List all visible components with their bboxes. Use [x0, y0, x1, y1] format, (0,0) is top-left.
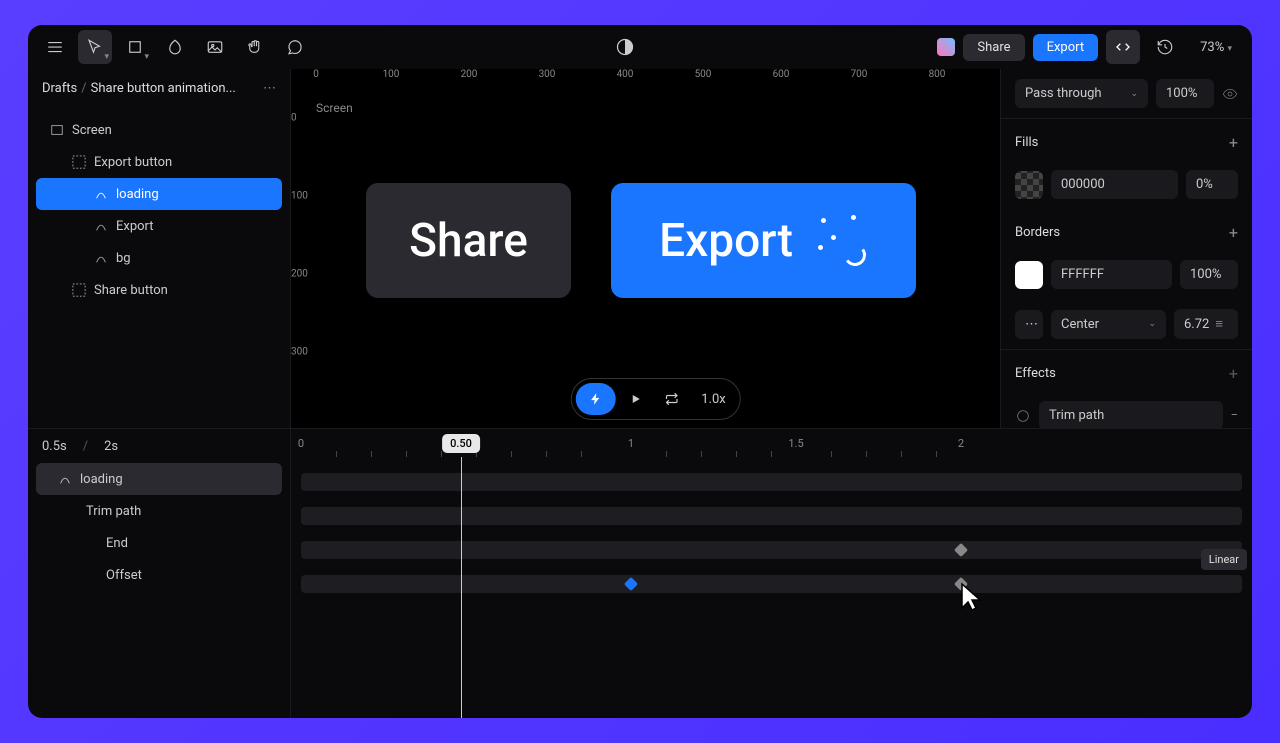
pen-tool[interactable] [158, 30, 192, 64]
layer-share-button[interactable]: Share button [36, 274, 282, 306]
timeline-track-trimpath[interactable]: Trim path [36, 495, 282, 527]
add-border-button[interactable]: + [1229, 223, 1238, 242]
border-opacity-input[interactable]: 100% [1180, 260, 1238, 289]
dev-mode-button[interactable] [1106, 30, 1140, 64]
playhead-handle[interactable]: 0.50 [442, 434, 480, 453]
fill-opacity-input[interactable]: 0% [1186, 170, 1238, 199]
timeline: 0.5s/2s loading Trim path End Offset 0 1… [28, 428, 1252, 718]
image-tool[interactable] [198, 30, 232, 64]
remove-effect-button[interactable]: − [1231, 408, 1238, 423]
ruler-vertical: 0 100 200 300 [291, 93, 311, 428]
opacity-input[interactable]: 100% [1156, 79, 1214, 108]
avatar[interactable] [937, 38, 955, 56]
frame-label[interactable]: Screen [316, 101, 353, 115]
share-button[interactable]: Share [963, 34, 1024, 61]
blend-mode-dropdown[interactable]: Pass through⌄ [1015, 79, 1148, 108]
add-effect-button[interactable]: + [1229, 364, 1238, 383]
ruler-horizontal: 0 100 200 300 400 500 600 700 800 [311, 69, 1000, 93]
top-toolbar: ▾ ▾ Share Export 73% ▾ [28, 25, 1252, 69]
timeline-ruler[interactable]: 0 1 1.5 2 [291, 429, 1252, 463]
fills-header: Fills + [1001, 119, 1252, 160]
border-more-button[interactable]: ⋯ [1015, 310, 1043, 339]
logo-icon [615, 37, 635, 57]
properties-panel: Pass through⌄ 100% Fills + 000000 0% Bor… [1000, 69, 1252, 428]
hand-tool[interactable] [238, 30, 272, 64]
playback-bar: 1.0x [570, 378, 741, 420]
fill-hex-input[interactable]: 000000 [1051, 170, 1178, 199]
export-button[interactable]: Export [1033, 34, 1099, 61]
effects-header: Effects + [1001, 350, 1252, 391]
fill-swatch[interactable] [1015, 171, 1043, 199]
layer-export[interactable]: Export [36, 210, 282, 242]
zoom-level[interactable]: 73% ▾ [1190, 40, 1242, 55]
timeline-track-end[interactable]: End [36, 527, 282, 559]
timeline-time-display: 0.5s/2s [28, 429, 290, 463]
canvas[interactable]: 0 100 200 300 400 500 600 700 800 0 100 … [291, 69, 1000, 428]
easing-tooltip: Linear [1201, 549, 1247, 570]
breadcrumb[interactable]: Drafts/Share button animation... ⋯ [28, 69, 290, 108]
add-fill-button[interactable]: + [1229, 133, 1238, 152]
layer-loading[interactable]: loading [36, 178, 282, 210]
border-width-input[interactable]: 6.72≡ [1174, 309, 1238, 339]
move-tool[interactable]: ▾ [78, 30, 112, 64]
border-swatch[interactable] [1015, 261, 1043, 289]
comment-tool[interactable] [278, 30, 312, 64]
layer-export-button[interactable]: Export button [36, 146, 282, 178]
borders-header: Borders + [1001, 209, 1252, 250]
effect-icon [1015, 408, 1031, 424]
layer-bg[interactable]: bg [36, 242, 282, 274]
timeline-track-offset[interactable]: Offset [36, 559, 282, 591]
frame-tool[interactable]: ▾ [118, 30, 152, 64]
timeline-track-loading[interactable]: loading [36, 463, 282, 495]
menu-icon[interactable] [38, 30, 72, 64]
effect-name[interactable]: Trim path [1039, 401, 1223, 428]
loop-button[interactable] [655, 383, 687, 415]
canvas-export-button[interactable]: Export [611, 183, 916, 298]
playback-speed[interactable]: 1.0x [691, 392, 736, 407]
layers-panel: Drafts/Share button animation... ⋯ Scree… [28, 69, 291, 428]
visibility-icon[interactable] [1222, 86, 1238, 102]
playhead[interactable] [461, 457, 462, 718]
play-button[interactable] [619, 383, 651, 415]
spinner-icon [813, 213, 868, 268]
border-position-dropdown[interactable]: Center⌄ [1051, 310, 1166, 339]
history-icon[interactable] [1148, 30, 1182, 64]
breadcrumb-more-icon[interactable]: ⋯ [263, 81, 276, 96]
layer-screen[interactable]: Screen [36, 114, 282, 146]
canvas-share-button[interactable]: Share [366, 183, 571, 298]
timeline-tracks-area[interactable]: 0 1 1.5 2 Linear 0.50 [291, 429, 1252, 718]
prototype-toggle[interactable] [575, 383, 615, 415]
border-hex-input[interactable]: FFFFFF [1051, 260, 1172, 289]
